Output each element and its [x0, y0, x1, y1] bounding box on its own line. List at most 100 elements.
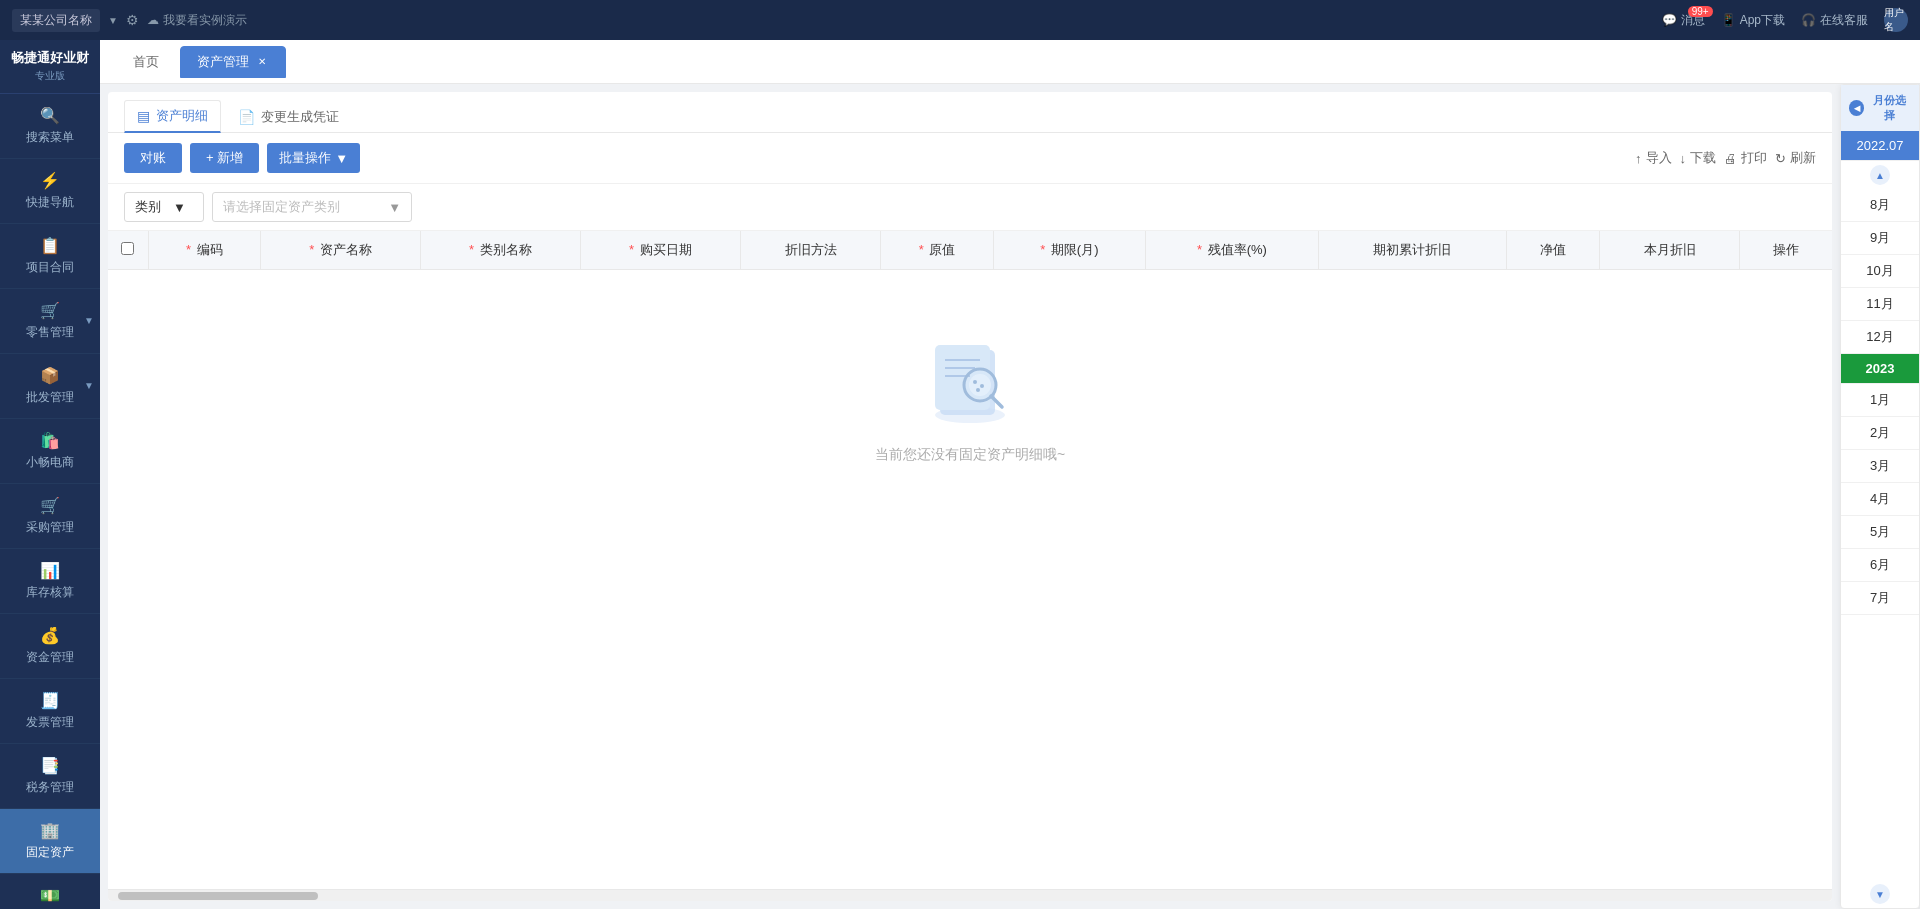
refresh-button[interactable]: ↻ 刷新 — [1775, 149, 1816, 167]
col-category: * 类别名称 — [420, 231, 580, 270]
filter-row: 类别 ▼ 请选择固定资产类别 ▼ — [108, 184, 1832, 231]
sidebar-item-ecommerce[interactable]: 🛍️ 小畅电商 — [0, 419, 100, 484]
company-dropdown-icon[interactable]: ▼ — [108, 15, 118, 26]
month-nav-up: ▲ — [1841, 161, 1919, 189]
sidebar-item-retail[interactable]: 🛒 零售管理 ▼ — [0, 289, 100, 354]
download-button[interactable]: ↓ 下载 — [1680, 149, 1717, 167]
col-code: * 编码 — [148, 231, 261, 270]
sidebar-item-purchase[interactable]: 🛒 采购管理 — [0, 484, 100, 549]
sidebar-item-search[interactable]: 🔍 搜索菜单 — [0, 94, 100, 159]
toolbar: 对账 + 新增 批量操作 ▼ ↑ 导入 — [108, 133, 1832, 184]
month-item-2023-6[interactable]: 6月 — [1841, 549, 1919, 582]
col-depreciation-method: 折旧方法 — [740, 231, 880, 270]
sidebar-item-salary[interactable]: 💵 工资 — [0, 874, 100, 909]
category-filter[interactable]: 类别 ▼ — [124, 192, 204, 222]
lightning-icon: ⚡ — [40, 171, 60, 190]
month-nav-down-button[interactable]: ▼ — [1870, 884, 1890, 904]
col-net-value: 净值 — [1506, 231, 1599, 270]
month-item-12[interactable]: 12月 — [1841, 321, 1919, 354]
tab-close-icon[interactable]: ✕ — [255, 55, 269, 69]
svg-point-10 — [980, 384, 984, 388]
svg-point-11 — [976, 388, 980, 392]
month-item-2023-1[interactable]: 1月 — [1841, 384, 1919, 417]
app-download-button[interactable]: 📱 App下载 — [1721, 12, 1785, 29]
month-picker-collapse-button[interactable]: ◀ — [1849, 100, 1864, 116]
month-item-2023-7[interactable]: 7月 — [1841, 582, 1919, 615]
month-item-9[interactable]: 9月 — [1841, 222, 1919, 255]
reconcile-button[interactable]: 对账 — [124, 143, 182, 173]
box-icon: 📦 — [40, 366, 60, 385]
service-button[interactable]: 🎧 在线客服 — [1801, 12, 1868, 29]
import-icon: ↑ — [1635, 151, 1642, 166]
month-nav-up-button[interactable]: ▲ — [1870, 165, 1890, 185]
svg-point-9 — [973, 380, 977, 384]
month-item-2023-5[interactable]: 5月 — [1841, 516, 1919, 549]
tax-icon: 📑 — [40, 756, 60, 775]
category-input[interactable]: 请选择固定资产类别 ▼ — [212, 192, 412, 222]
invoice-icon: 🧾 — [40, 691, 60, 710]
sidebar-item-assets[interactable]: 🏢 固定资产 — [0, 809, 100, 874]
bottom-scrollbar[interactable] — [108, 889, 1832, 901]
sub-tab-voucher[interactable]: 📄 变更生成凭证 — [225, 101, 352, 133]
batch-button[interactable]: 批量操作 ▼ — [267, 143, 360, 173]
tab-home[interactable]: 首页 — [116, 46, 176, 78]
month-item-current[interactable]: 2022.07 — [1841, 131, 1919, 161]
page-content: ▤ 资产明细 📄 变更生成凭证 对账 + 新增 — [100, 84, 1920, 909]
month-item-8[interactable]: 8月 — [1841, 189, 1919, 222]
sidebar: 畅捷通好业财 专业版 🔍 搜索菜单 ⚡ 快捷导航 📋 项目合同 🛒 零售管理 ▼… — [0, 40, 100, 909]
message-button[interactable]: 💬 消息 99+ — [1662, 12, 1705, 29]
month-list: 8月 9月 10月 11月 12月 2023 — [1841, 189, 1919, 880]
content-area: 首页 资产管理 ✕ ▤ 资产明细 📄 变更生成凭证 — [100, 40, 1920, 909]
col-original-value: * 原值 — [881, 231, 994, 270]
refresh-icon: ↻ — [1775, 151, 1786, 166]
message-badge: 99+ — [1688, 6, 1713, 17]
demo-link[interactable]: ☁ 我要看实例演示 — [147, 12, 247, 29]
select-all-checkbox[interactable] — [121, 242, 134, 255]
sub-tabs: ▤ 资产明细 📄 变更生成凭证 — [108, 92, 1832, 133]
month-item-2023-4[interactable]: 4月 — [1841, 483, 1919, 516]
shop-icon: 🛍️ — [40, 431, 60, 450]
sidebar-item-inventory[interactable]: 📊 库存核算 — [0, 549, 100, 614]
col-accumulated: 期初累计折旧 — [1318, 231, 1506, 270]
sub-tab-detail[interactable]: ▤ 资产明细 — [124, 100, 221, 133]
download-icon: ↓ — [1680, 151, 1687, 166]
month-item-2023-3[interactable]: 3月 — [1841, 450, 1919, 483]
month-picker-header: ◀ 月份选择 — [1841, 85, 1919, 131]
sidebar-item-finance[interactable]: 💰 资金管理 — [0, 614, 100, 679]
print-icon: 🖨 — [1724, 151, 1737, 166]
logo-sub: 专业版 — [8, 69, 92, 83]
chart-icon: 📊 — [40, 561, 60, 580]
import-button[interactable]: ↑ 导入 — [1635, 149, 1672, 167]
input-dropdown-icon: ▼ — [388, 200, 401, 215]
print-button[interactable]: 🖨 打印 — [1724, 149, 1767, 167]
tab-assets[interactable]: 资产管理 ✕ — [180, 46, 286, 78]
avatar[interactable]: 用户名 — [1884, 8, 1908, 32]
sidebar-item-project[interactable]: 📋 项目合同 — [0, 224, 100, 289]
assets-table: * 编码 * 资产名称 * 类别名称 — [108, 231, 1832, 524]
month-item-11[interactable]: 11月 — [1841, 288, 1919, 321]
month-item-year-2023[interactable]: 2023 — [1841, 354, 1919, 384]
chevron-down-icon: ▼ — [84, 315, 94, 326]
svg-point-7 — [969, 374, 991, 396]
headset-icon: 🎧 — [1801, 13, 1816, 27]
salary-icon: 💵 — [40, 886, 60, 905]
chevron-down-icon-2: ▼ — [84, 380, 94, 391]
month-item-2023-2[interactable]: 2月 — [1841, 417, 1919, 450]
phone-icon: 📱 — [1721, 13, 1736, 27]
month-item-10[interactable]: 10月 — [1841, 255, 1919, 288]
filter-dropdown-icon: ▼ — [173, 200, 186, 215]
sidebar-item-invoice[interactable]: 🧾 发票管理 — [0, 679, 100, 744]
document-icon: 📄 — [238, 109, 255, 125]
settings-icon[interactable]: ⚙ — [126, 12, 139, 28]
sidebar-item-quicknav[interactable]: ⚡ 快捷导航 — [0, 159, 100, 224]
scroll-thumb[interactable] — [118, 892, 318, 900]
tab-bar: 首页 资产管理 ✕ — [100, 40, 1920, 84]
list-icon: ▤ — [137, 108, 150, 124]
add-button[interactable]: + 新增 — [190, 143, 259, 173]
sidebar-item-wholesale[interactable]: 📦 批发管理 ▼ — [0, 354, 100, 419]
cloud-icon: ☁ — [147, 13, 159, 27]
purchase-icon: 🛒 — [40, 496, 60, 515]
sidebar-item-tax[interactable]: 📑 税务管理 — [0, 744, 100, 809]
top-bar: 某某公司名称 ▼ ⚙ ☁ 我要看实例演示 💬 消息 99+ 📱 App下载 🎧 … — [0, 0, 1920, 40]
company-name[interactable]: 某某公司名称 — [12, 9, 100, 32]
